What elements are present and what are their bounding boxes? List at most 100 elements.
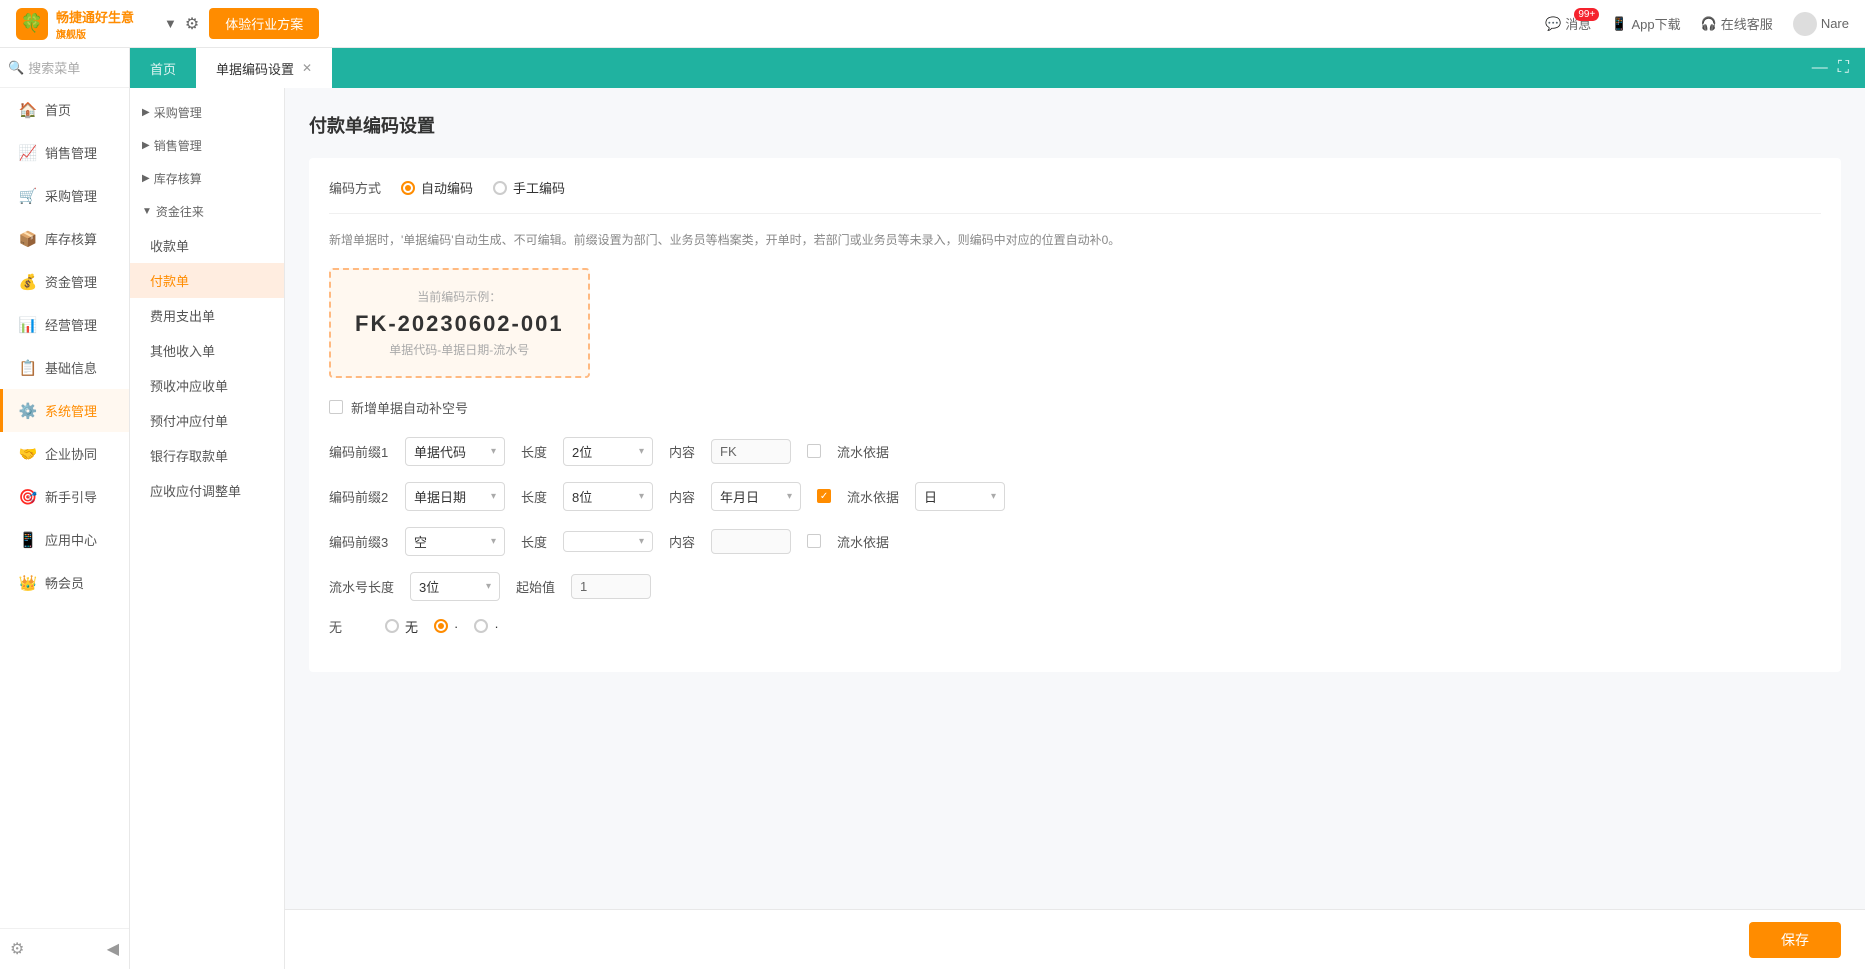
prefix-1-select[interactable]: 单据代码 ▾ bbox=[405, 437, 505, 466]
chevron-down-icon11: ▾ bbox=[639, 536, 644, 547]
content-1-label: 内容 bbox=[669, 442, 695, 461]
sidebar-item-collab[interactable]: 🤝 企业协同 bbox=[0, 432, 129, 475]
nav-group-sales-title[interactable]: ▶ 销售管理 bbox=[130, 129, 284, 162]
nav-item-pre-pay[interactable]: 预付冲应付单 bbox=[130, 403, 284, 438]
sidebar: 🔍 搜索菜单 🏠 首页 📈 销售管理 🛒 采购管理 📦 库存核算 💰 bbox=[0, 48, 130, 969]
nav-item-bank[interactable]: 银行存取款单 bbox=[130, 438, 284, 473]
nav-group-inventory-title[interactable]: ▶ 库存核算 bbox=[130, 162, 284, 195]
nav-item-adjust[interactable]: 应收应付调整单 bbox=[130, 473, 284, 508]
content-3-label: 内容 bbox=[669, 532, 695, 551]
tab-maximize-icon[interactable]: ⛶ bbox=[1838, 59, 1849, 77]
header-right: 💬 消息 99+ 📱 App下载 🎧 在线客服 Nare bbox=[1545, 12, 1849, 36]
nav-group-inventory: ▶ 库存核算 bbox=[130, 162, 284, 195]
length-3-select[interactable]: ▾ bbox=[563, 531, 653, 552]
prefix-row-3: 编码前缀3 空 ▾ 长度 ▾ 内容 bbox=[329, 527, 1821, 556]
sidebar-item-inventory[interactable]: 📦 库存核算 bbox=[0, 217, 129, 260]
chevron-down-icon8: ▾ bbox=[787, 491, 792, 502]
nav-item-expense[interactable]: 费用支出单 bbox=[130, 298, 284, 333]
content-1-input[interactable] bbox=[711, 439, 791, 464]
tab-close-icon[interactable]: ✕ bbox=[302, 61, 312, 75]
flow-3-checkbox[interactable] bbox=[807, 534, 821, 548]
sidebar-item-sales[interactable]: 📈 销售管理 bbox=[0, 131, 129, 174]
settings-footer-icon[interactable]: ⚙ bbox=[10, 939, 24, 959]
top-header: 🍀 畅捷通好生意 旗舰版 ▼ ⚙ 体验行业方案 💬 消息 99+ 📱 App下载… bbox=[0, 0, 1865, 48]
settings-icon[interactable]: ⚙ bbox=[185, 14, 199, 34]
length-1-select[interactable]: 2位 ▾ bbox=[563, 437, 653, 466]
trial-button[interactable]: 体验行业方案 bbox=[209, 8, 319, 39]
chevron-right-icon: ▶ bbox=[142, 107, 150, 118]
code-preview-desc: 单据代码-单据日期-流水号 bbox=[355, 341, 564, 358]
message-button[interactable]: 💬 消息 99+ bbox=[1545, 14, 1591, 33]
separator-row: 无 无 · · bbox=[329, 617, 1821, 636]
nav-group-capital-label: 资金往来 bbox=[156, 203, 204, 220]
chevron-down-icon7: ▾ bbox=[639, 491, 644, 502]
length-1-label: 长度 bbox=[521, 442, 547, 461]
sidebar-item-apps[interactable]: 📱 应用中心 bbox=[0, 518, 129, 561]
sep-dash-label: · bbox=[494, 619, 498, 634]
length-2-select[interactable]: 8位 ▾ bbox=[563, 482, 653, 511]
sidebar-item-guide[interactable]: 🎯 新手引导 bbox=[0, 475, 129, 518]
user-info[interactable]: Nare bbox=[1793, 12, 1849, 36]
sep-none-radio[interactable]: 无 bbox=[385, 617, 418, 636]
nav-item-pre-receive[interactable]: 预收冲应收单 bbox=[130, 368, 284, 403]
tab-home[interactable]: 首页 bbox=[130, 48, 196, 88]
sidebar-item-member[interactable]: 👑 畅会员 bbox=[0, 561, 129, 604]
sidebar-item-label: 经营管理 bbox=[45, 315, 97, 334]
app-icon: 📱 bbox=[1611, 16, 1627, 32]
nav-dropdown[interactable]: ▼ bbox=[164, 16, 177, 31]
prefix-2-select[interactable]: 单据日期 ▾ bbox=[405, 482, 505, 511]
chevron-down-icon12: ▾ bbox=[486, 581, 491, 592]
app-download-button[interactable]: 📱 App下载 bbox=[1611, 14, 1680, 33]
nav-item-other-income[interactable]: 其他收入单 bbox=[130, 333, 284, 368]
auto-encoding-radio[interactable]: 自动编码 bbox=[401, 178, 473, 197]
inner-layout: ▶ 采购管理 ▶ 销售管理 ▶ 库存核算 bbox=[130, 88, 1865, 969]
search-menu-button[interactable]: 🔍 搜索菜单 bbox=[0, 48, 129, 88]
flow-2-label: 流水依据 bbox=[847, 487, 899, 506]
auto-fill-checkbox[interactable] bbox=[329, 400, 343, 414]
flow-2-checkbox[interactable]: ✓ bbox=[817, 489, 831, 503]
tab-encoding-settings[interactable]: 单据编码设置 ✕ bbox=[196, 48, 332, 88]
save-button[interactable]: 保存 bbox=[1749, 922, 1841, 958]
sidebar-item-system[interactable]: ⚙️ 系统管理 bbox=[0, 389, 129, 432]
content-area: 首页 单据编码设置 ✕ — ⛶ ▶ 采购管理 bbox=[130, 48, 1865, 969]
online-service-button[interactable]: 🎧 在线客服 bbox=[1701, 14, 1773, 33]
sidebar-item-purchase[interactable]: 🛒 采购管理 bbox=[0, 174, 129, 217]
sep-dot-radio[interactable]: · bbox=[434, 619, 458, 634]
auto-fill-label: 新增单据自动补空号 bbox=[351, 398, 468, 417]
sidebar-item-finance[interactable]: 💰 资金管理 bbox=[0, 260, 129, 303]
content-2-select[interactable]: 年月日 ▾ bbox=[711, 482, 801, 511]
flow-2-period-select[interactable]: 日 ▾ bbox=[915, 482, 1005, 511]
sidebar-item-operation[interactable]: 📊 经营管理 bbox=[0, 303, 129, 346]
prefix-row-1: 编码前缀1 单据代码 ▾ 长度 2位 ▾ 内容 bbox=[329, 437, 1821, 466]
collapse-icon[interactable]: ◀ bbox=[107, 939, 119, 959]
flow-length-select[interactable]: 3位 ▾ bbox=[410, 572, 500, 601]
nav-group-purchase-title[interactable]: ▶ 采购管理 bbox=[130, 96, 284, 129]
sidebar-item-basic[interactable]: 📋 基础信息 bbox=[0, 346, 129, 389]
inner-nav: ▶ 采购管理 ▶ 销售管理 ▶ 库存核算 bbox=[130, 88, 285, 969]
nav-item-payment[interactable]: 付款单 bbox=[130, 263, 284, 298]
nav-group-capital: ▼ 资金往来 收款单 付款单 费用支出单 其他收入单 预收冲应收单 预付冲应付单… bbox=[130, 195, 284, 508]
operation-icon: 📊 bbox=[19, 316, 37, 334]
flow-1-checkbox[interactable] bbox=[807, 444, 821, 458]
prefix-3-select[interactable]: 空 ▾ bbox=[405, 527, 505, 556]
finance-icon: 💰 bbox=[19, 273, 37, 291]
tab-bar: 首页 单据编码设置 ✕ — ⛶ bbox=[130, 48, 1865, 88]
content-3-input[interactable] bbox=[711, 529, 791, 554]
manual-encoding-radio[interactable]: 手工编码 bbox=[493, 178, 565, 197]
sep-none-dot bbox=[385, 619, 399, 633]
prefix-1-value: 单据代码 bbox=[414, 442, 466, 461]
nav-group-sales-label: 销售管理 bbox=[154, 137, 202, 154]
tab-minimize-icon[interactable]: — bbox=[1812, 59, 1828, 77]
auto-fill-row: 新增单据自动补空号 bbox=[329, 398, 1821, 417]
sidebar-item-label: 资金管理 bbox=[45, 272, 97, 291]
nav-item-receipt[interactable]: 收款单 bbox=[130, 228, 284, 263]
flow-3-label: 流水依据 bbox=[837, 532, 889, 551]
sidebar-item-home[interactable]: 🏠 首页 bbox=[0, 88, 129, 131]
nav-group-capital-title[interactable]: ▼ 资金往来 bbox=[130, 195, 284, 228]
logo: 🍀 畅捷通好生意 旗舰版 bbox=[16, 7, 134, 41]
sep-dash-radio[interactable]: · bbox=[474, 619, 498, 634]
purchase-icon: 🛒 bbox=[19, 187, 37, 205]
start-value-input[interactable] bbox=[571, 574, 651, 599]
code-preview-box: 当前编码示例： FK-20230602-001 单据代码-单据日期-流水号 bbox=[329, 268, 590, 378]
nav-group-sales: ▶ 销售管理 bbox=[130, 129, 284, 162]
